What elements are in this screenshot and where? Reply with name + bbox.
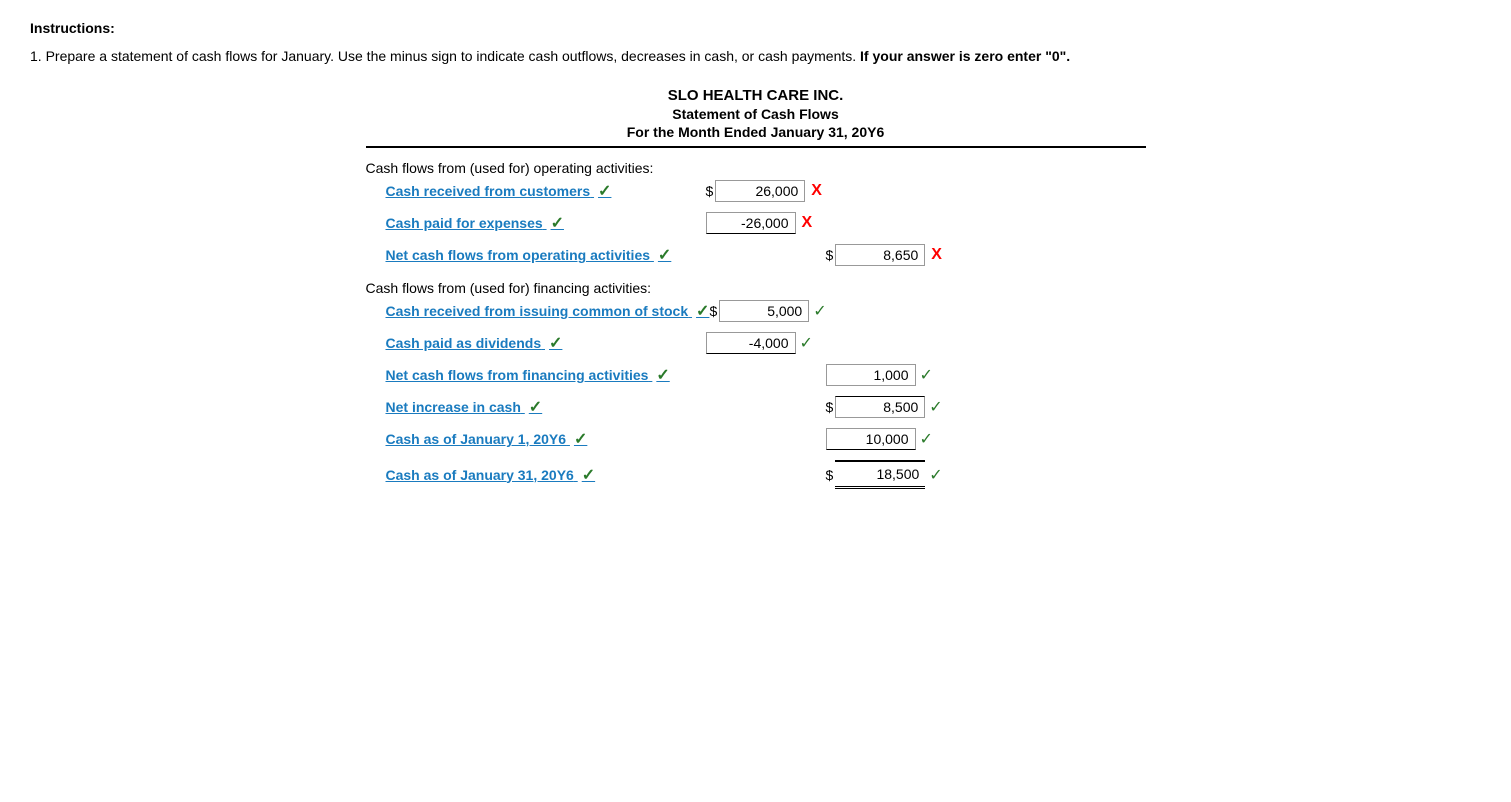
instructions-paragraph: 1. Prepare a statement of cash flows for… [30, 48, 856, 64]
cash-jan31-input-col: $ ✓ [826, 460, 943, 489]
net-financing-input[interactable] [826, 364, 916, 386]
net-operating-status: X [931, 246, 942, 264]
net-operating-dollar: $ [826, 247, 834, 263]
cash-jan1-check: ✓ [574, 431, 587, 448]
cash-dividends-label: Cash paid as dividends ✓ [366, 333, 706, 353]
cash-jan31-check: ✓ [582, 467, 595, 484]
instructions-text: 1. Prepare a statement of cash flows for… [30, 46, 1481, 67]
cash-jan1-input[interactable] [826, 428, 916, 450]
cash-jan1-label: Cash as of January 1, 20Y6 ✓ [366, 429, 706, 449]
net-financing-row: Net cash flows from financing activities… [366, 364, 1146, 386]
cash-stock-check: ✓ [696, 303, 709, 320]
cash-expenses-row: Cash paid for expenses ✓ X [366, 212, 1146, 234]
cash-expenses-status: X [802, 214, 813, 232]
net-increase-dollar: $ [826, 399, 834, 415]
cash-jan1-input-col: ✓ [826, 428, 933, 450]
net-increase-input[interactable] [835, 396, 925, 418]
cash-received-input-col: $ X [706, 180, 886, 202]
net-increase-input-col: $ ✓ [826, 396, 943, 418]
net-financing-status: ✓ [920, 365, 933, 385]
cash-jan31-label: Cash as of January 31, 20Y6 ✓ [366, 465, 706, 485]
cash-dividends-row: Cash paid as dividends ✓ ✓ [366, 332, 1146, 354]
cash-stock-input-col: $ ✓ [709, 300, 889, 322]
cash-dividends-status: ✓ [800, 333, 813, 353]
cash-expenses-label: Cash paid for expenses ✓ [366, 213, 706, 233]
net-increase-row: Net increase in cash ✓ $ ✓ [366, 396, 1146, 418]
net-operating-check: ✓ [658, 247, 671, 264]
cash-received-input[interactable] [715, 180, 805, 202]
net-operating-input-col: $ X [826, 244, 942, 266]
cash-dividends-input[interactable] [706, 332, 796, 354]
cash-jan31-row: Cash as of January 31, 20Y6 ✓ $ ✓ [366, 460, 1146, 489]
cash-dividends-check: ✓ [549, 335, 562, 352]
statement-title: Statement of Cash Flows [366, 106, 1146, 122]
cash-received-row: Cash received from customers ✓ $ X [366, 180, 1146, 202]
cash-jan1-row: Cash as of January 1, 20Y6 ✓ ✓ [366, 428, 1146, 450]
cash-expenses-check: ✓ [551, 215, 564, 232]
cash-stock-input[interactable] [719, 300, 809, 322]
net-financing-input-col: ✓ [826, 364, 933, 386]
net-operating-row: Net cash flows from operating activities… [366, 244, 1146, 266]
cash-expenses-input[interactable] [706, 212, 796, 234]
net-increase-label: Net increase in cash ✓ [366, 397, 706, 417]
cash-jan31-dollar: $ [826, 467, 834, 483]
cash-expenses-input-col: X [706, 212, 886, 234]
net-operating-input[interactable] [835, 244, 925, 266]
net-financing-label: Net cash flows from financing activities… [366, 365, 706, 385]
cash-received-check: ✓ [598, 183, 611, 200]
cash-received-label: Cash received from customers ✓ [366, 181, 706, 201]
cash-jan31-status: ✓ [929, 465, 942, 485]
cash-dividends-input-col: ✓ [706, 332, 886, 354]
financing-section-header: Cash flows from (used for) financing act… [366, 280, 1146, 296]
net-increase-check: ✓ [529, 399, 542, 416]
statement-container: SLO HEALTH CARE INC. Statement of Cash F… [366, 87, 1146, 489]
net-financing-check: ✓ [656, 367, 669, 384]
cash-stock-dollar: $ [709, 303, 717, 319]
company-name: SLO HEALTH CARE INC. [366, 87, 1146, 104]
net-operating-label: Net cash flows from operating activities… [366, 245, 706, 265]
cash-received-status: X [811, 182, 822, 200]
operating-section-header: Cash flows from (used for) operating act… [366, 160, 1146, 176]
cash-stock-row: Cash received from issuing common of sto… [366, 300, 1146, 322]
instructions-title: Instructions: [30, 20, 1481, 36]
cash-jan1-status: ✓ [920, 429, 933, 449]
statement-period: For the Month Ended January 31, 20Y6 [366, 124, 1146, 148]
cash-stock-label: Cash received from issuing common of sto… [366, 301, 710, 321]
cash-jan31-input[interactable] [835, 464, 925, 484]
cash-received-dollar: $ [706, 183, 714, 199]
instructions-bold: If your answer is zero enter "0". [860, 48, 1070, 64]
net-increase-status: ✓ [929, 397, 942, 417]
cash-stock-status: ✓ [813, 301, 826, 321]
